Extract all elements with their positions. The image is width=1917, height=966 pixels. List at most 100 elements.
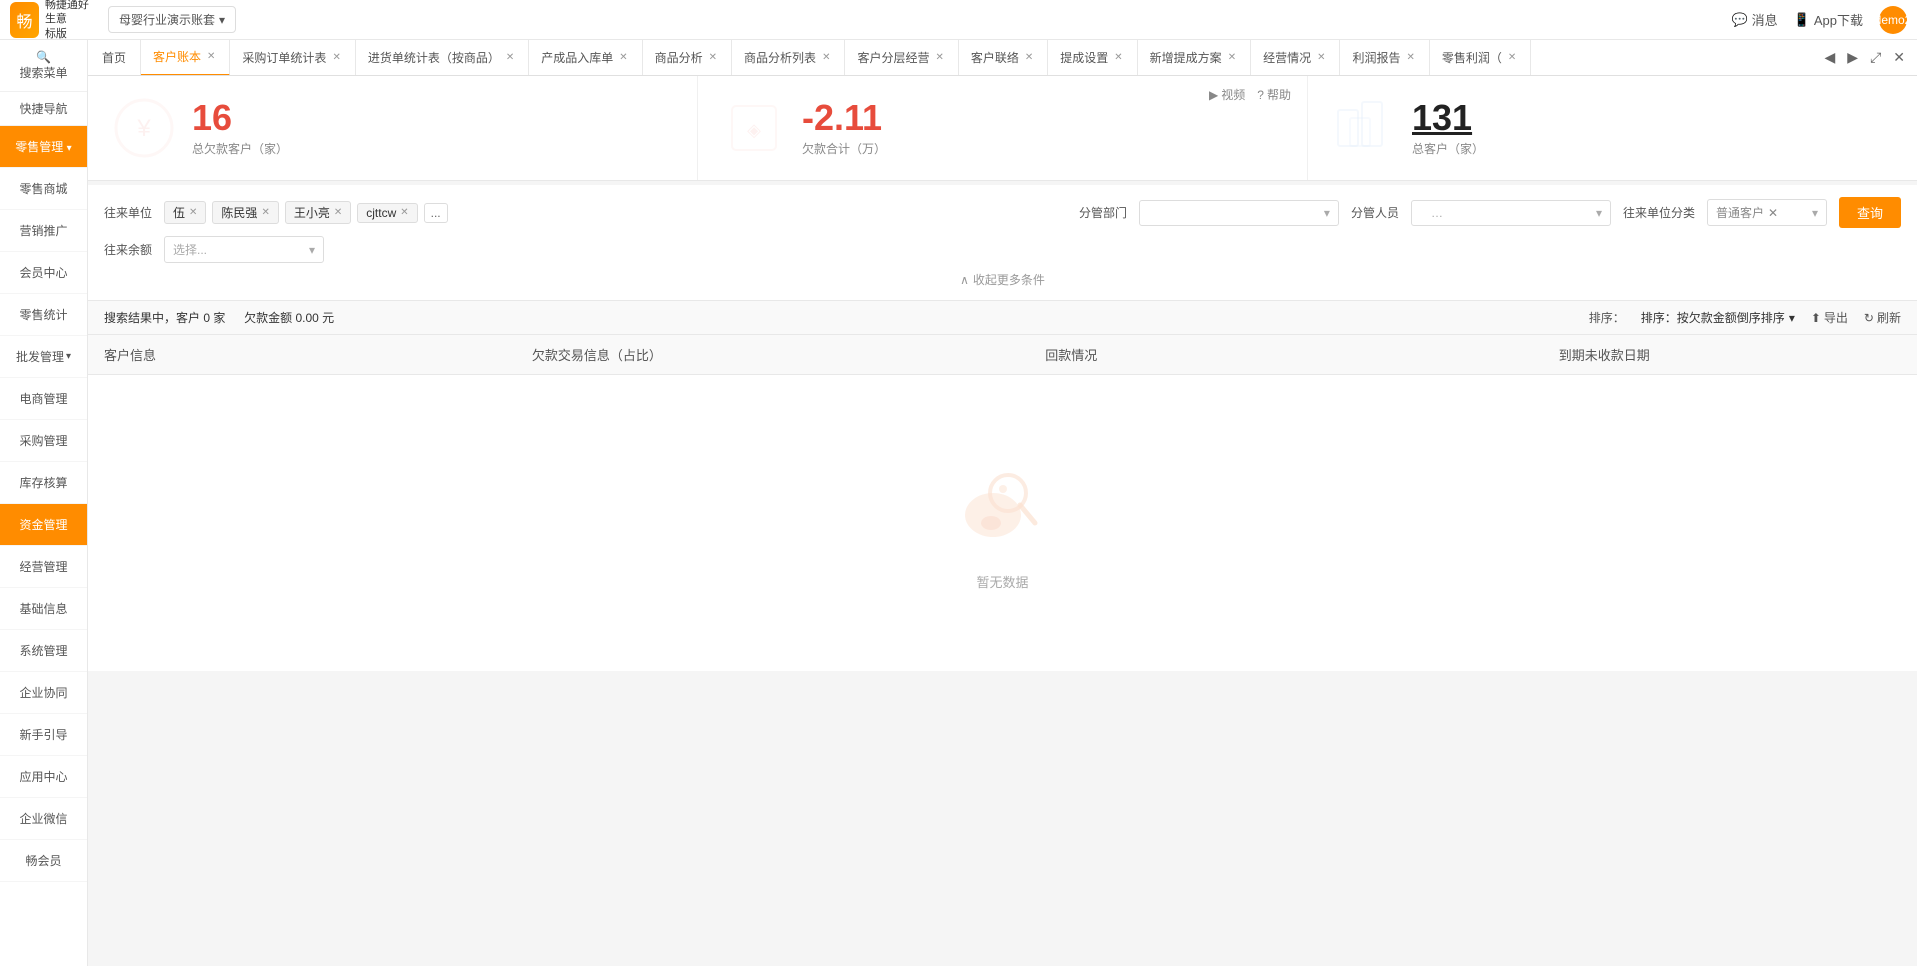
stat-info-debt: -2.11 欠款合计（万） <box>802 100 886 157</box>
tab-scroll-left-icon[interactable]: ◀ <box>1821 47 1840 68</box>
sidebar-item-enterprise-collab[interactable]: 企业协同 <box>0 672 87 714</box>
tab-close-goods-analysis-list[interactable]: ✕ <box>820 51 832 64</box>
tab-promotion-settings[interactable]: 提成设置 ✕ <box>1048 40 1137 76</box>
sidebar-item-marketing[interactable]: 营销推广 <box>0 210 87 252</box>
tab-stock-stats[interactable]: 进货单统计表（按商品） ✕ <box>356 40 529 76</box>
filter-select-category[interactable]: 普通客户 ✕ ▾ <box>1707 199 1827 226</box>
stat-label-credit-customers: 总欠款客户（家） <box>192 140 288 157</box>
tab-scroll-right-icon[interactable]: ▶ <box>1843 47 1862 68</box>
tab-close-profit-report[interactable]: ✕ <box>1405 51 1417 64</box>
message-button[interactable]: 💬 消息 <box>1731 10 1777 29</box>
sidebar-quick-nav[interactable]: 快捷导航 <box>0 92 87 126</box>
stat-icon-total <box>1332 96 1396 160</box>
filter-section: 往来单位 伍 ✕ 陈民强 ✕ 王小亮 ✕ <box>88 185 1917 301</box>
sidebar-item-basic-info[interactable]: 基础信息 <box>0 588 87 630</box>
tab-retail-profit[interactable]: 零售利润（ ✕ <box>1430 40 1531 76</box>
query-button[interactable]: 查询 <box>1839 197 1901 228</box>
tab-produce-stock[interactable]: 产成品入库单 ✕ <box>529 40 642 76</box>
sidebar-item-ecommerce-mgmt[interactable]: 电商管理 <box>0 378 87 420</box>
results-actions: 排序： 排序：按欠款金额倒序排序 ▾ ⬆ 导出 ↻ 刷新 <box>1589 309 1901 326</box>
results-bar: 搜索结果中，客户 0 家 欠款金额 0.00 元 排序： 排序：按欠款金额倒序排… <box>88 301 1917 335</box>
tab-menu-icon[interactable]: ✕ <box>1889 47 1909 68</box>
tab-goods-analysis-list[interactable]: 商品分析列表 ✕ <box>732 40 845 76</box>
tab-customer-tier[interactable]: 客户分层经营 ✕ <box>845 40 958 76</box>
tab-goods-analysis[interactable]: 商品分析 ✕ <box>643 40 732 76</box>
filter-tag-chen[interactable]: 陈民强 ✕ <box>212 201 278 224</box>
empty-illustration <box>953 455 1053 562</box>
filter-row-balance: 往来余额 选择... ▾ <box>104 236 1901 263</box>
sidebar-item-vip-member[interactable]: 畅会员 <box>0 840 87 882</box>
filter-tag-wang[interactable]: 王小亮 ✕ <box>285 201 351 224</box>
sidebar-item-app-center[interactable]: 应用中心 <box>0 756 87 798</box>
more-icon[interactable]: … <box>1431 206 1443 220</box>
tab-close-customer-tier[interactable]: ✕ <box>933 51 945 64</box>
tab-business-status[interactable]: 经营情况 ✕ <box>1251 40 1340 76</box>
export-button[interactable]: ⬆ 导出 <box>1811 309 1848 326</box>
sidebar-item-sys-mgmt[interactable]: 系统管理 <box>0 630 87 672</box>
tag-close-wu[interactable]: ✕ <box>189 207 197 218</box>
sidebar-item-wholesale-mgmt[interactable]: 批发管理 ▾ <box>0 336 87 378</box>
help-link[interactable]: ? 帮助 <box>1257 86 1291 103</box>
stat-value-credit-customers: 16 <box>192 100 288 136</box>
tab-close-retail-profit[interactable]: ✕ <box>1506 51 1518 64</box>
sidebar-item-retail-mgmt[interactable]: 零售管理 ▾ <box>0 126 87 168</box>
stat-label-debt: 欠款合计（万） <box>802 140 886 157</box>
filter-label-person: 分管人员 <box>1351 204 1399 221</box>
tab-close-customer-contact[interactable]: ✕ <box>1023 51 1035 64</box>
play-icon: ▶ <box>1209 88 1218 102</box>
tab-expand-icon[interactable]: ⤢ <box>1866 47 1885 68</box>
tab-close-new-promotion[interactable]: ✕ <box>1226 51 1238 64</box>
tab-close-promotion-settings[interactable]: ✕ <box>1112 51 1124 64</box>
stat-card-actions: ▶ 视频 ? 帮助 <box>1209 86 1291 103</box>
tab-close-customer-account[interactable]: ✕ <box>205 50 217 63</box>
sidebar-item-ops-mgmt[interactable]: 经营管理 <box>0 546 87 588</box>
demo-selector[interactable]: 母婴行业演示账套 ▾ <box>108 6 236 33</box>
chevron-down-icon: ▾ <box>309 243 315 257</box>
tag-close-cjttcw[interactable]: ✕ <box>400 207 408 218</box>
chevron-down-icon: ▾ <box>1812 206 1818 220</box>
filter-tag-wu[interactable]: 伍 ✕ <box>164 201 206 224</box>
tab-profit-report[interactable]: 利润报告 ✕ <box>1340 40 1429 76</box>
filter-select-person[interactable]: … ▾ <box>1411 200 1611 226</box>
filter-select-balance[interactable]: 选择... ▾ <box>164 236 324 263</box>
sidebar-item-member-center[interactable]: 会员中心 <box>0 252 87 294</box>
sort-select[interactable]: 排序：按欠款金额倒序排序 ▾ <box>1641 309 1795 326</box>
tab-close-goods-analysis[interactable]: ✕ <box>707 51 719 64</box>
tag-close-category[interactable]: ✕ <box>1768 206 1778 220</box>
tab-close-business-status[interactable]: ✕ <box>1315 51 1327 64</box>
video-link[interactable]: ▶ 视频 <box>1209 86 1245 103</box>
refresh-button[interactable]: ↻ 刷新 <box>1864 309 1901 326</box>
sidebar-item-finance-mgmt[interactable]: 资金管理 <box>0 504 87 546</box>
tag-close-chen[interactable]: ✕ <box>261 207 269 218</box>
sidebar-item-purchase-mgmt[interactable]: 采购管理 <box>0 420 87 462</box>
tab-purchase-order-stats[interactable]: 采购订单统计表 ✕ <box>230 40 355 76</box>
phone-icon: 📱 <box>1794 12 1810 28</box>
tab-customer-contact[interactable]: 客户联络 ✕ <box>959 40 1048 76</box>
tag-close-wang[interactable]: ✕ <box>334 207 342 218</box>
sidebar-item-new-guide[interactable]: 新手引导 <box>0 714 87 756</box>
stat-value-debt: -2.11 <box>802 100 886 136</box>
sidebar-item-retail-mall[interactable]: 零售商城 <box>0 168 87 210</box>
tab-close-produce-stock[interactable]: ✕ <box>617 51 629 64</box>
tab-home[interactable]: 首页 <box>88 40 141 76</box>
sidebar-item-retail-stats[interactable]: 零售统计 <box>0 294 87 336</box>
stats-row: ¥ 16 总欠款客户（家） ◈ <box>88 76 1917 181</box>
tab-close-purchase-order-stats[interactable]: ✕ <box>330 51 342 64</box>
filter-select-dept[interactable]: ▾ <box>1139 200 1339 226</box>
tab-customer-account[interactable]: 客户账本 ✕ <box>141 40 230 76</box>
stat-icon-credit: ¥ <box>112 96 176 160</box>
filter-tag-more[interactable]: ... <box>424 203 448 223</box>
sidebar-search[interactable]: 🔍 搜索菜单 <box>0 40 87 92</box>
tab-new-promotion[interactable]: 新增提成方案 ✕ <box>1138 40 1251 76</box>
sidebar-item-inventory-check[interactable]: 库存核算 <box>0 462 87 504</box>
user-avatar[interactable]: demo2 <box>1879 6 1907 34</box>
empty-text: 暂无数据 <box>976 572 1028 591</box>
page-content: ¥ 16 总欠款客户（家） ◈ <box>88 76 1917 966</box>
tab-close-stock-stats[interactable]: ✕ <box>504 51 516 64</box>
logo-text: 畅捷通好生意 标版 <box>45 0 98 41</box>
collapse-button[interactable]: ∧ 收起更多条件 <box>104 271 1901 288</box>
filter-tag-cjttcw[interactable]: cjttcw ✕ <box>357 203 417 223</box>
app-download-button[interactable]: 📱 App下载 <box>1794 10 1863 29</box>
results-info: 搜索结果中，客户 0 家 欠款金额 0.00 元 <box>104 309 334 326</box>
sidebar-item-enterprise-wechat[interactable]: 企业微信 <box>0 798 87 840</box>
